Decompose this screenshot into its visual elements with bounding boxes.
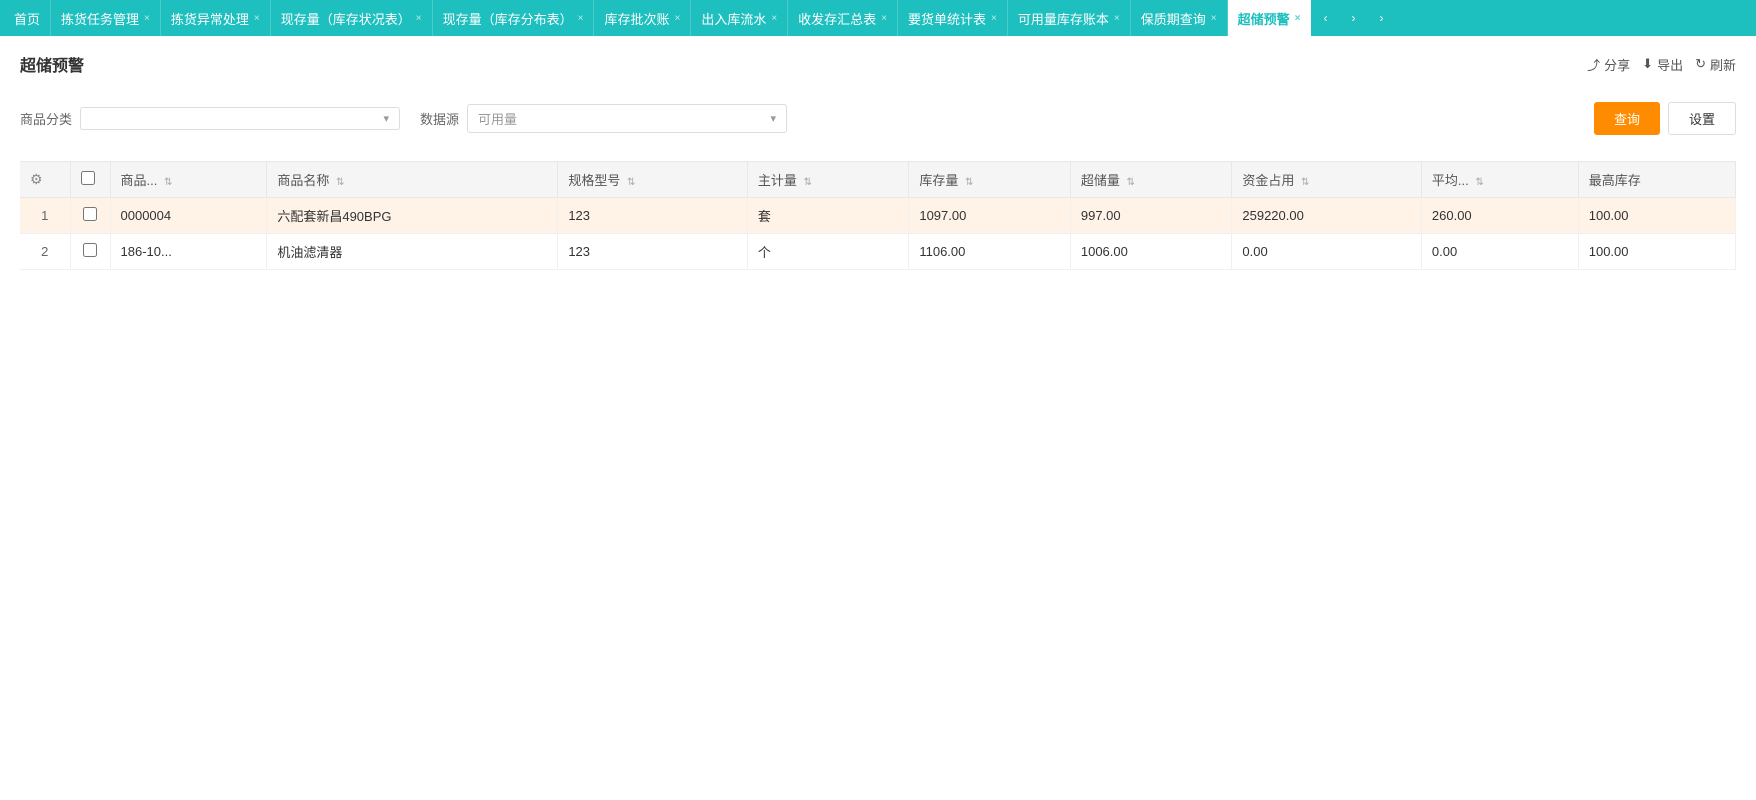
close-icon[interactable]: × (674, 13, 680, 24)
cell-avg: 0.00 (1421, 234, 1578, 270)
export-button[interactable]: ⬇ 导出 (1642, 55, 1683, 74)
row-checkbox-cell (70, 198, 110, 234)
refresh-button[interactable]: ↻ 刷新 (1695, 55, 1736, 74)
query-button[interactable]: 查询 (1594, 102, 1660, 135)
sort-icon[interactable]: ⇅ (627, 177, 635, 188)
th-avg: 平均... ⇅ (1421, 162, 1578, 198)
cell-spec: 123 (558, 198, 748, 234)
close-icon[interactable]: × (1295, 13, 1301, 24)
cell-stock: 1106.00 (909, 234, 1071, 270)
close-icon[interactable]: × (1114, 13, 1120, 24)
nav-item-task-mgmt[interactable]: 拣货任务管理 × (51, 0, 161, 36)
th-checkbox (70, 162, 110, 198)
sort-icon[interactable]: ⇅ (1301, 177, 1309, 188)
select-all-checkbox[interactable] (81, 171, 95, 185)
top-nav: 首页 拣货任务管理 × 拣货异常处理 × 现存量（库存状况表） × 现存量（库存… (0, 0, 1756, 36)
cell-product-code: 186-10... (110, 234, 267, 270)
th-spec: 规格型号 ⇅ (558, 162, 748, 198)
nav-item-quality[interactable]: 保质期查询 × (1131, 0, 1228, 36)
th-max-stock: 最高库存 (1578, 162, 1735, 198)
nav-prev-arrow[interactable]: ‹ (1311, 0, 1339, 36)
row-index: 1 (20, 198, 70, 234)
nav-item-inventory-status[interactable]: 现存量（库存状况表） × (271, 0, 433, 36)
close-icon[interactable]: × (144, 13, 150, 24)
nav-item-collect[interactable]: 收发存汇总表 × (788, 0, 898, 36)
cell-product-code: 0000004 (110, 198, 267, 234)
category-select[interactable]: ▾ (80, 107, 400, 130)
cell-overstock: 997.00 (1070, 198, 1232, 234)
sort-icon[interactable]: ⇅ (803, 177, 811, 188)
nav-item-home[interactable]: 首页 (4, 0, 51, 36)
row-checkbox[interactable] (83, 207, 97, 221)
row-checkbox-cell (70, 234, 110, 270)
datasource-filter: 数据源 可用量 ▾ (420, 104, 787, 133)
nav-item-inout-flow[interactable]: 出入库流水 × (691, 0, 788, 36)
row-index: 2 (20, 234, 70, 270)
close-icon[interactable]: × (991, 13, 997, 24)
datasource-select-value: 可用量 (478, 109, 517, 128)
category-label: 商品分类 (20, 109, 72, 128)
chevron-down-icon: ▾ (771, 112, 777, 125)
cell-spec: 123 (558, 234, 748, 270)
th-product-name: 商品名称 ⇅ (267, 162, 558, 198)
filter-bar: 商品分类 ▾ 数据源 可用量 ▾ 查询 设置 (20, 92, 1736, 145)
settings-button[interactable]: 设置 (1668, 102, 1736, 135)
cell-avg: 260.00 (1421, 198, 1578, 234)
share-button[interactable]: ⤴ 分享 (1587, 55, 1630, 74)
nav-item-overstock[interactable]: 超储预警 × (1228, 0, 1312, 36)
page-content: 超储预警 ⤴ 分享 ⬇ 导出 ↻ 刷新 商品分类 ▾ 数据源 (0, 36, 1756, 800)
cell-unit: 个 (747, 234, 909, 270)
th-capital: 资金占用 ⇅ (1232, 162, 1422, 198)
cell-product-name: 六配套新昌490BPG (267, 198, 558, 234)
row-checkbox[interactable] (83, 243, 97, 257)
close-icon[interactable]: × (254, 13, 260, 24)
cell-max-stock: 100.00 (1578, 198, 1735, 234)
chevron-down-icon: ▾ (383, 112, 389, 125)
table-row: 1 0000004 六配套新昌490BPG 123 套 1097.00 997.… (20, 198, 1736, 234)
cell-product-name: 机油滤清器 (267, 234, 558, 270)
sort-icon[interactable]: ⇅ (1127, 177, 1135, 188)
gear-icon[interactable]: ⚙ (30, 171, 43, 187)
th-overstock: 超储量 ⇅ (1070, 162, 1232, 198)
header-actions: ⤴ 分享 ⬇ 导出 ↻ 刷新 (1587, 55, 1736, 74)
filter-actions: 查询 设置 (1594, 102, 1736, 135)
th-unit: 主计量 ⇅ (747, 162, 909, 198)
nav-item-exception[interactable]: 拣货异常处理 × (161, 0, 271, 36)
data-table: ⚙ 商品... ⇅ 商品名称 ⇅ 规格型号 ⇅ 主计量 (20, 161, 1736, 270)
share-icon: ⤴ (1587, 55, 1600, 74)
table-header-row: ⚙ 商品... ⇅ 商品名称 ⇅ 规格型号 ⇅ 主计量 (20, 162, 1736, 198)
close-icon[interactable]: × (416, 13, 422, 24)
page-header: 超储预警 ⤴ 分享 ⬇ 导出 ↻ 刷新 (20, 52, 1736, 76)
cell-overstock: 1006.00 (1070, 234, 1232, 270)
close-icon[interactable]: × (1211, 13, 1217, 24)
th-gear: ⚙ (20, 162, 70, 198)
cell-capital: 0.00 (1232, 234, 1422, 270)
datasource-select[interactable]: 可用量 ▾ (467, 104, 787, 133)
cell-capital: 259220.00 (1232, 198, 1422, 234)
nav-item-available-book[interactable]: 可用量库存账本 × (1008, 0, 1131, 36)
close-icon[interactable]: × (578, 13, 584, 24)
sort-icon[interactable]: ⇅ (965, 177, 973, 188)
cell-unit: 套 (747, 198, 909, 234)
datasource-label: 数据源 (420, 109, 459, 128)
sort-icon[interactable]: ⇅ (1475, 177, 1483, 188)
page-title: 超储预警 (20, 52, 84, 76)
nav-item-inventory-dist[interactable]: 现存量（库存分布表） × (433, 0, 595, 36)
th-stock: 库存量 ⇅ (909, 162, 1071, 198)
th-product-code: 商品... ⇅ (110, 162, 267, 198)
nav-item-batch[interactable]: 库存批次账 × (594, 0, 691, 36)
export-icon: ⬇ (1642, 56, 1653, 72)
category-filter: 商品分类 ▾ (20, 107, 400, 130)
refresh-icon: ↻ (1695, 56, 1706, 72)
nav-more-arrow[interactable]: › (1367, 0, 1395, 36)
cell-max-stock: 100.00 (1578, 234, 1735, 270)
cell-stock: 1097.00 (909, 198, 1071, 234)
close-icon[interactable]: × (881, 13, 887, 24)
close-icon[interactable]: × (771, 13, 777, 24)
sort-icon[interactable]: ⇅ (164, 177, 172, 188)
table-row: 2 186-10... 机油滤清器 123 个 1106.00 1006.00 … (20, 234, 1736, 270)
nav-next-arrow[interactable]: › (1339, 0, 1367, 36)
sort-icon[interactable]: ⇅ (336, 177, 344, 188)
nav-item-order-stat[interactable]: 要货单统计表 × (898, 0, 1008, 36)
